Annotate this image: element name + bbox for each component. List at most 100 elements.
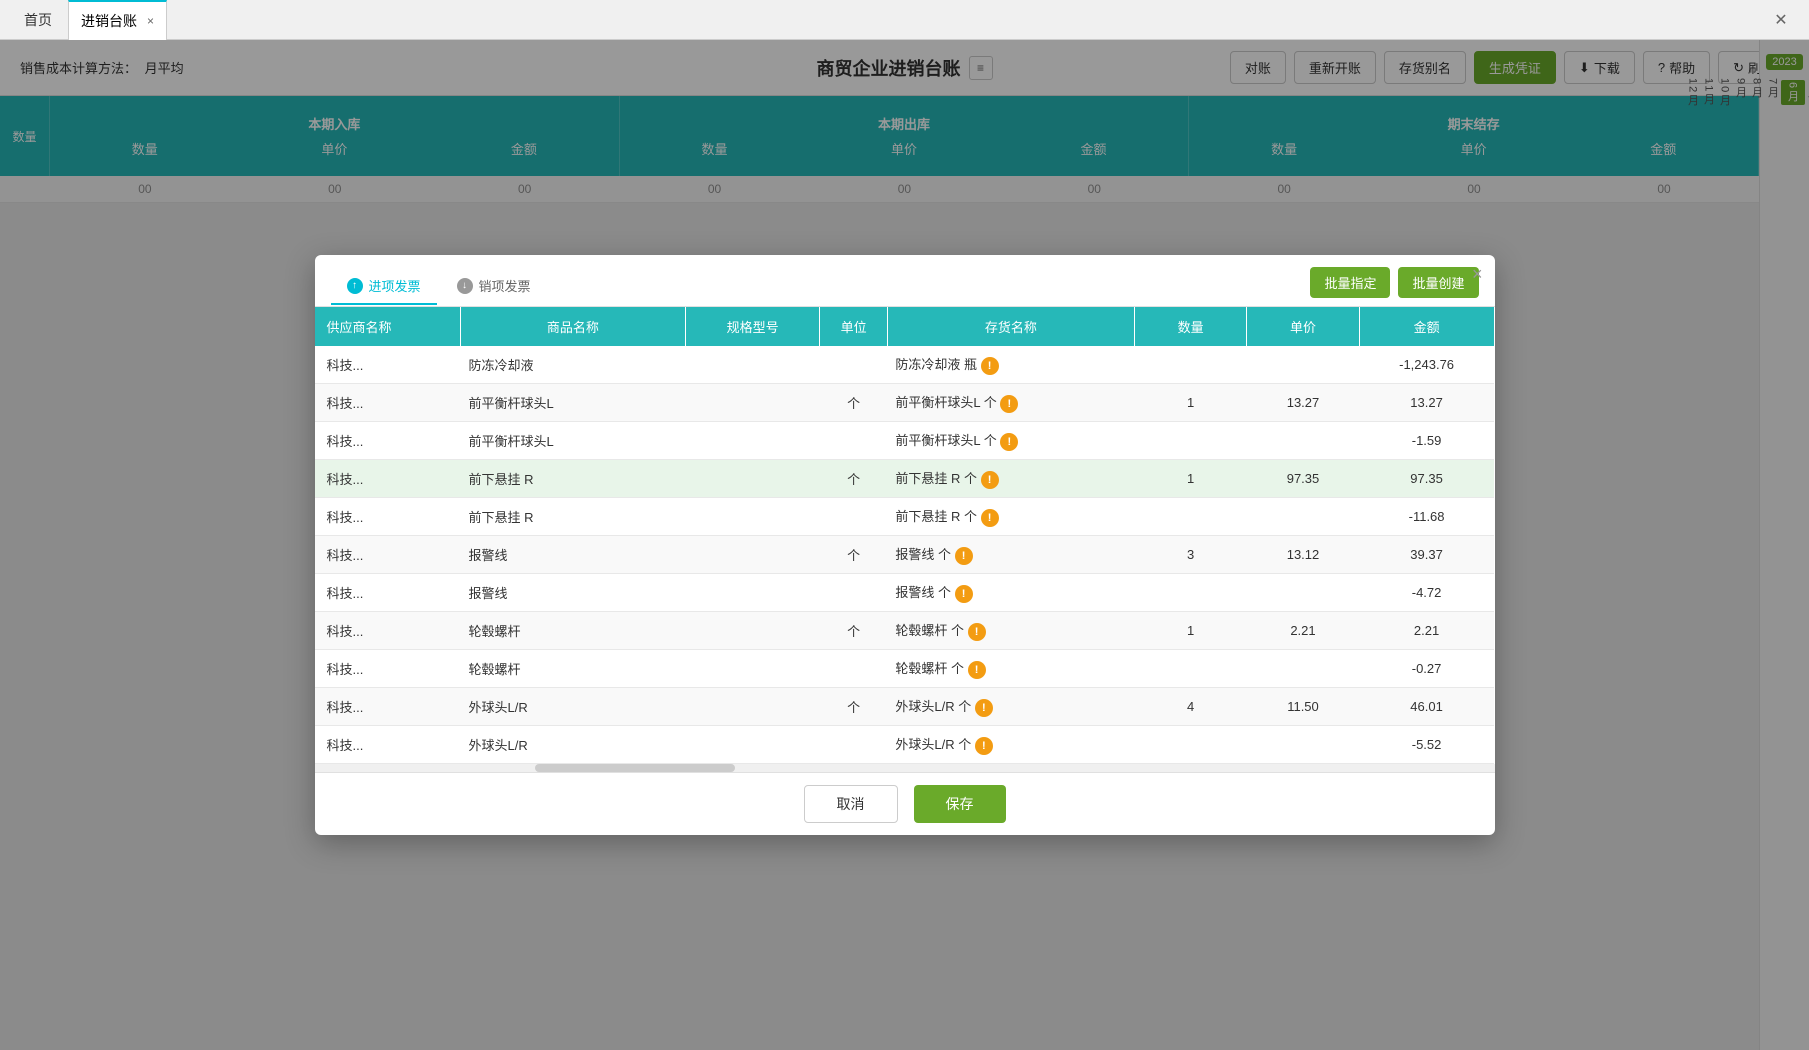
cell-supplier: 科技... — [315, 498, 461, 536]
cell-unit-price — [1247, 498, 1359, 536]
tab-active[interactable]: 进销台账 × — [68, 0, 167, 40]
cancel-button[interactable]: 取消 — [804, 785, 898, 823]
table-row[interactable]: 科技... 轮毂螺杆 个 轮毂螺杆 个 ! 1 2.21 2.21 — [315, 612, 1495, 650]
tab-incoming-invoice[interactable]: ↑ 进项发票 — [331, 268, 437, 305]
cell-supplier: 科技... — [315, 650, 461, 688]
modal-scrollbar[interactable] — [315, 764, 1495, 772]
warn-icon: ! — [981, 357, 999, 375]
modal-table: 供应商名称 商品名称 规格型号 单位 存货名称 数量 单价 金额 科技... 防… — [315, 307, 1495, 764]
cell-spec — [685, 460, 820, 498]
table-row[interactable]: 科技... 前平衡杆球头L 个 前平衡杆球头L 个 ! 1 13.27 13.2… — [315, 384, 1495, 422]
cell-unit — [820, 498, 887, 536]
cell-inventory-name: 外球头L/R 个 ! — [887, 688, 1134, 726]
table-row[interactable]: 科技... 轮毂螺杆 轮毂螺杆 个 ! -0.27 — [315, 650, 1495, 688]
table-row[interactable]: 科技... 报警线 报警线 个 ! -4.72 — [315, 574, 1495, 612]
cell-spec — [685, 498, 820, 536]
main-area: 销售成本计算方法： 月平均 商贸企业进销台账 ≡ 对账 重新开账 存货别名 生成… — [0, 40, 1809, 1050]
cell-inventory-name: 前下悬挂 R 个 ! — [887, 498, 1134, 536]
cell-unit — [820, 650, 887, 688]
warn-icon: ! — [955, 585, 973, 603]
cell-supplier: 科技... — [315, 612, 461, 650]
cell-product-name: 外球头L/R — [461, 688, 686, 726]
warn-icon: ! — [968, 661, 986, 679]
cell-unit — [820, 726, 887, 764]
table-row[interactable]: 科技... 前下悬挂 R 个 前下悬挂 R 个 ! 1 97.35 97.35 — [315, 460, 1495, 498]
cell-supplier: 科技... — [315, 346, 461, 384]
cell-supplier: 科技... — [315, 536, 461, 574]
cell-quantity: 3 — [1135, 536, 1247, 574]
save-button[interactable]: 保存 — [914, 785, 1006, 823]
tab-outgoing-invoice[interactable]: ↓ 销项发票 — [441, 268, 547, 305]
batch-create-button[interactable]: 批量创建 — [1398, 267, 1478, 298]
cell-quantity: 4 — [1135, 688, 1247, 726]
cell-product-name: 外球头L/R — [461, 726, 686, 764]
cell-amount: 13.27 — [1359, 384, 1494, 422]
modal-table-header-row: 供应商名称 商品名称 规格型号 单位 存货名称 数量 单价 金额 — [315, 307, 1495, 346]
cell-amount: 39.37 — [1359, 536, 1494, 574]
modal-table-wrapper[interactable]: 供应商名称 商品名称 规格型号 单位 存货名称 数量 单价 金额 科技... 防… — [315, 307, 1495, 764]
cell-product-name: 报警线 — [461, 536, 686, 574]
warn-icon: ! — [968, 623, 986, 641]
cell-product-name: 防冻冷却液 — [461, 346, 686, 384]
cell-unit: 个 — [820, 688, 887, 726]
table-row[interactable]: 科技... 外球头L/R 外球头L/R 个 ! -5.52 — [315, 726, 1495, 764]
col-inventory-name: 存货名称 — [887, 307, 1134, 346]
cell-inventory-name: 外球头L/R 个 ! — [887, 726, 1134, 764]
modal-scrollbar-thumb[interactable] — [535, 764, 735, 772]
cell-quantity: 1 — [1135, 460, 1247, 498]
warn-icon: ! — [955, 547, 973, 565]
cell-quantity — [1135, 650, 1247, 688]
cell-supplier: 科技... — [315, 574, 461, 612]
cell-product-name: 报警线 — [461, 574, 686, 612]
cell-product-name: 轮毂螺杆 — [461, 612, 686, 650]
table-row[interactable]: 科技... 前平衡杆球头L 前平衡杆球头L 个 ! -1.59 — [315, 422, 1495, 460]
table-row[interactable]: 科技... 前下悬挂 R 前下悬挂 R 个 ! -11.68 — [315, 498, 1495, 536]
cell-spec — [685, 422, 820, 460]
warn-icon: ! — [975, 699, 993, 717]
warn-icon: ! — [1000, 395, 1018, 413]
cell-product-name: 前平衡杆球头L — [461, 422, 686, 460]
modal-overlay: ↑ 进项发票 ↓ 销项发票 批量指定 批量创建 × 供应 — [0, 40, 1809, 1050]
incoming-invoice-icon: ↑ — [347, 278, 363, 294]
cell-spec — [685, 612, 820, 650]
cell-supplier: 科技... — [315, 460, 461, 498]
cell-spec — [685, 726, 820, 764]
outgoing-invoice-icon: ↓ — [457, 278, 473, 294]
cell-inventory-name: 轮毂螺杆 个 ! — [887, 650, 1134, 688]
cell-product-name: 轮毂螺杆 — [461, 650, 686, 688]
cell-product-name: 前下悬挂 R — [461, 498, 686, 536]
cell-unit-price: 2.21 — [1247, 612, 1359, 650]
cell-amount: -5.52 — [1359, 726, 1494, 764]
cell-amount: 97.35 — [1359, 460, 1494, 498]
table-row[interactable]: 科技... 报警线 个 报警线 个 ! 3 13.12 39.37 — [315, 536, 1495, 574]
cell-spec — [685, 346, 820, 384]
cell-supplier: 科技... — [315, 688, 461, 726]
tab-close-icon[interactable]: × — [147, 2, 154, 40]
table-row[interactable]: 科技... 外球头L/R 个 外球头L/R 个 ! 4 11.50 46.01 — [315, 688, 1495, 726]
window-close-button[interactable]: ✕ — [1761, 0, 1801, 40]
cell-unit-price — [1247, 574, 1359, 612]
cell-supplier: 科技... — [315, 726, 461, 764]
cell-unit: 个 — [820, 612, 887, 650]
cell-unit-price — [1247, 650, 1359, 688]
col-amount: 金额 — [1359, 307, 1494, 346]
modal-close-button[interactable]: × — [1472, 265, 1483, 283]
modal-dialog: ↑ 进项发票 ↓ 销项发票 批量指定 批量创建 × 供应 — [315, 255, 1495, 835]
cell-quantity — [1135, 498, 1247, 536]
cell-unit-price — [1247, 726, 1359, 764]
cell-amount: -0.27 — [1359, 650, 1494, 688]
table-row[interactable]: 科技... 防冻冷却液 防冻冷却液 瓶 ! -1,243.76 — [315, 346, 1495, 384]
cell-spec — [685, 384, 820, 422]
cell-amount: -4.72 — [1359, 574, 1494, 612]
cell-spec — [685, 650, 820, 688]
cell-quantity — [1135, 726, 1247, 764]
modal-header: ↑ 进项发票 ↓ 销项发票 批量指定 批量创建 × — [315, 255, 1495, 307]
tab-home[interactable]: 首页 — [8, 0, 68, 40]
cell-unit — [820, 422, 887, 460]
warn-icon: ! — [981, 509, 999, 527]
cell-amount: -11.68 — [1359, 498, 1494, 536]
cell-inventory-name: 防冻冷却液 瓶 ! — [887, 346, 1134, 384]
cell-supplier: 科技... — [315, 422, 461, 460]
cell-spec — [685, 688, 820, 726]
batch-assign-button[interactable]: 批量指定 — [1310, 267, 1390, 298]
